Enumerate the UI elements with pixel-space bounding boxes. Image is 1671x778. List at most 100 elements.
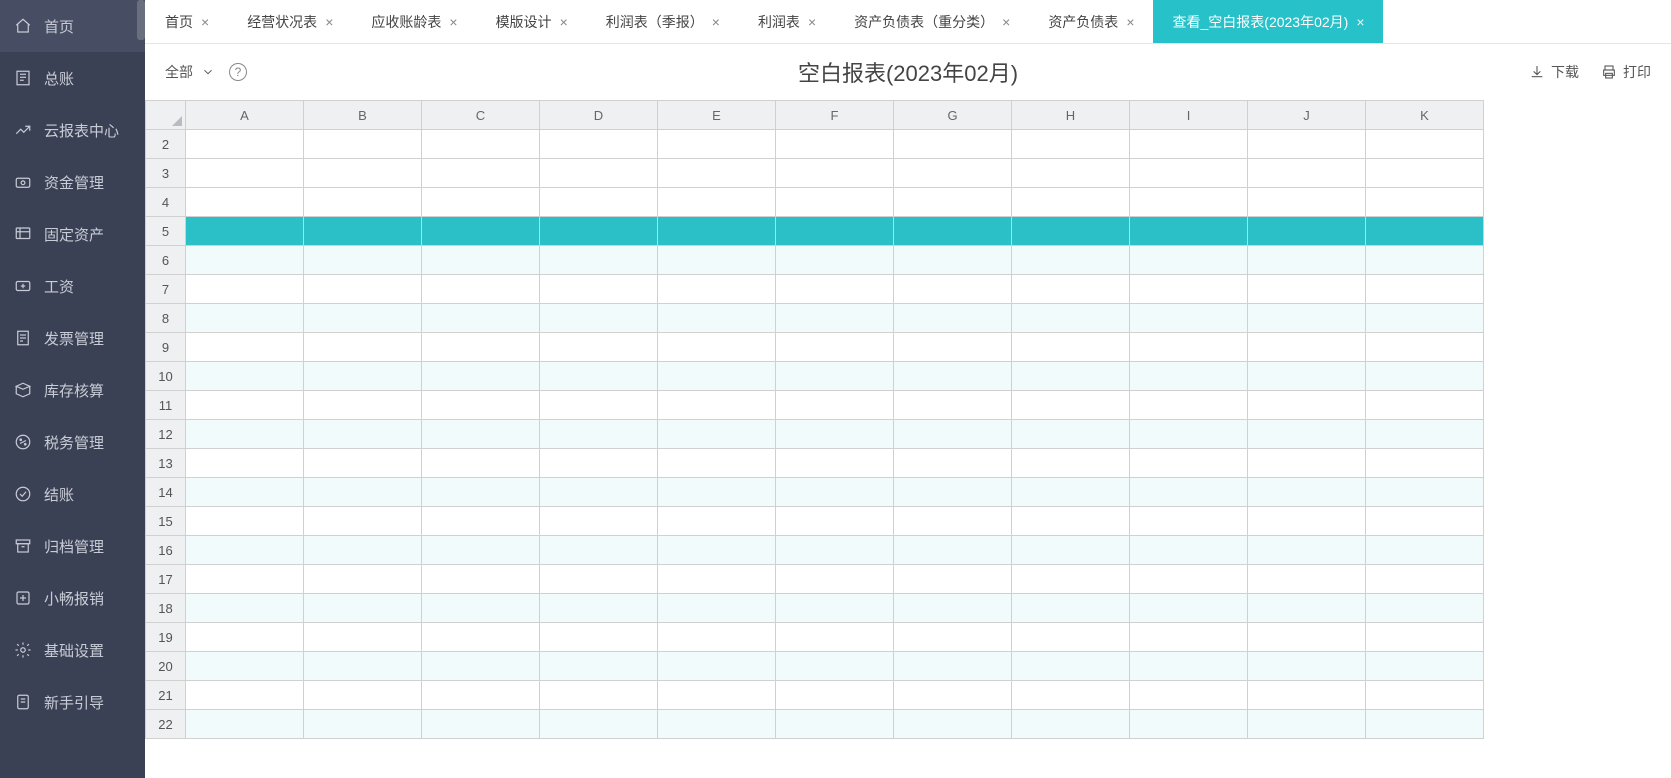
help-icon[interactable]: ? [229,63,247,81]
cell-H20[interactable] [1012,652,1130,681]
row-header-6[interactable]: 6 [146,246,186,275]
cell-G21[interactable] [894,681,1012,710]
sidebar-item-fund[interactable]: 资金管理 [0,156,145,208]
cell-F4[interactable] [776,188,894,217]
cell-K17[interactable] [1366,565,1484,594]
close-icon[interactable]: × [325,14,333,30]
cell-F14[interactable] [776,478,894,507]
cell-D7[interactable] [540,275,658,304]
col-header-H[interactable]: H [1012,101,1130,130]
cell-C20[interactable] [422,652,540,681]
cell-H21[interactable] [1012,681,1130,710]
cell-J11[interactable] [1248,391,1366,420]
cell-C15[interactable] [422,507,540,536]
cell-E3[interactable] [658,159,776,188]
tab-0[interactable]: 首页× [145,0,227,43]
cell-H11[interactable] [1012,391,1130,420]
sidebar-scrollbar-thumb[interactable] [137,0,145,40]
cell-E8[interactable] [658,304,776,333]
filter-dropdown[interactable]: 全部 ? [165,62,247,82]
row-header-12[interactable]: 12 [146,420,186,449]
cell-F17[interactable] [776,565,894,594]
col-header-I[interactable]: I [1130,101,1248,130]
cell-H12[interactable] [1012,420,1130,449]
cell-B5[interactable] [304,217,422,246]
cell-A16[interactable] [186,536,304,565]
row-header-8[interactable]: 8 [146,304,186,333]
cell-D2[interactable] [540,130,658,159]
cell-G15[interactable] [894,507,1012,536]
sidebar-item-settings[interactable]: 基础设置 [0,624,145,676]
cell-D11[interactable] [540,391,658,420]
row-header-19[interactable]: 19 [146,623,186,652]
cell-K10[interactable] [1366,362,1484,391]
cell-C4[interactable] [422,188,540,217]
close-icon[interactable]: × [201,14,209,30]
cell-E2[interactable] [658,130,776,159]
cell-G10[interactable] [894,362,1012,391]
cell-H9[interactable] [1012,333,1130,362]
cell-E10[interactable] [658,362,776,391]
print-button[interactable]: 打印 [1601,62,1651,82]
cell-A17[interactable] [186,565,304,594]
cell-G6[interactable] [894,246,1012,275]
sidebar-item-archive[interactable]: 归档管理 [0,520,145,572]
row-header-22[interactable]: 22 [146,710,186,739]
cell-K9[interactable] [1366,333,1484,362]
cell-G9[interactable] [894,333,1012,362]
cell-A12[interactable] [186,420,304,449]
cell-K13[interactable] [1366,449,1484,478]
cell-A3[interactable] [186,159,304,188]
col-header-E[interactable]: E [658,101,776,130]
cell-G5[interactable] [894,217,1012,246]
cell-K11[interactable] [1366,391,1484,420]
sidebar-item-guide[interactable]: 新手引导 [0,676,145,728]
cell-B21[interactable] [304,681,422,710]
cell-H4[interactable] [1012,188,1130,217]
cell-K4[interactable] [1366,188,1484,217]
row-header-5[interactable]: 5 [146,217,186,246]
cell-C9[interactable] [422,333,540,362]
cell-G3[interactable] [894,159,1012,188]
col-header-J[interactable]: J [1248,101,1366,130]
col-header-A[interactable]: A [186,101,304,130]
cell-E15[interactable] [658,507,776,536]
cell-F6[interactable] [776,246,894,275]
cell-H10[interactable] [1012,362,1130,391]
close-icon[interactable]: × [712,14,720,30]
cell-C3[interactable] [422,159,540,188]
row-header-3[interactable]: 3 [146,159,186,188]
cell-B13[interactable] [304,449,422,478]
cell-F8[interactable] [776,304,894,333]
cell-C7[interactable] [422,275,540,304]
sidebar-item-asset[interactable]: 固定资产 [0,208,145,260]
cell-D21[interactable] [540,681,658,710]
cell-F10[interactable] [776,362,894,391]
tab-4[interactable]: 利润表（季报）× [586,0,738,43]
col-header-D[interactable]: D [540,101,658,130]
cell-J15[interactable] [1248,507,1366,536]
cell-C8[interactable] [422,304,540,333]
row-header-7[interactable]: 7 [146,275,186,304]
cell-A13[interactable] [186,449,304,478]
cell-K2[interactable] [1366,130,1484,159]
cell-F7[interactable] [776,275,894,304]
cell-D13[interactable] [540,449,658,478]
cell-A4[interactable] [186,188,304,217]
sidebar-item-close[interactable]: 结账 [0,468,145,520]
cell-K6[interactable] [1366,246,1484,275]
cell-H13[interactable] [1012,449,1130,478]
cell-D8[interactable] [540,304,658,333]
cell-B10[interactable] [304,362,422,391]
cell-E4[interactable] [658,188,776,217]
close-icon[interactable]: × [560,14,568,30]
cell-F12[interactable] [776,420,894,449]
cell-D4[interactable] [540,188,658,217]
cell-I12[interactable] [1130,420,1248,449]
cell-G16[interactable] [894,536,1012,565]
cell-C12[interactable] [422,420,540,449]
cell-J4[interactable] [1248,188,1366,217]
cell-E5[interactable] [658,217,776,246]
cell-B18[interactable] [304,594,422,623]
cell-C13[interactable] [422,449,540,478]
